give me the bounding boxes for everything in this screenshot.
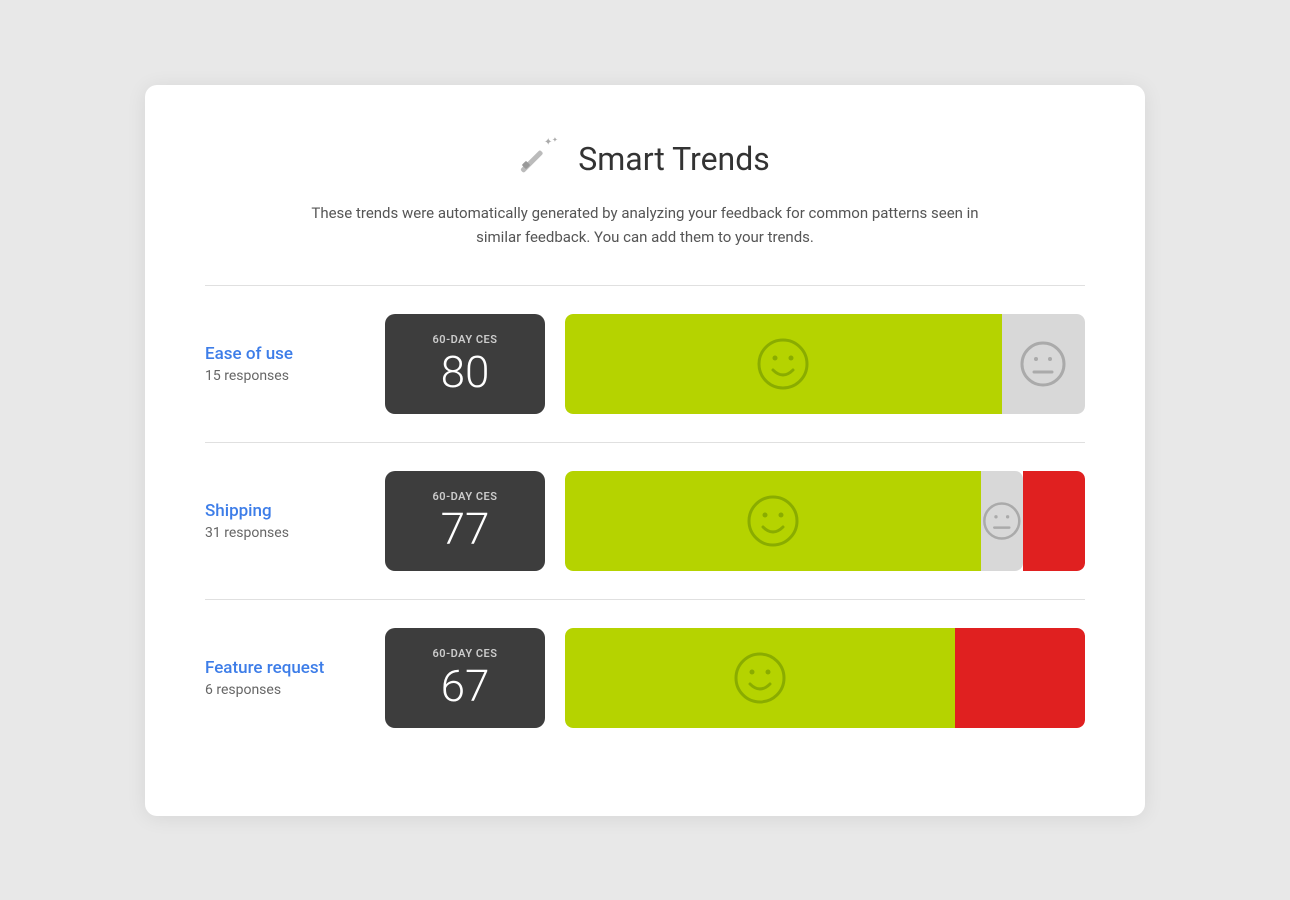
ces-box-shipping: 60-DAY CES 77 [385, 471, 545, 571]
bar-green-feature-request [565, 628, 955, 728]
trend-row-feature-request: Feature request 6 responses 60-DAY CES 67 [205, 599, 1085, 756]
bar-green-ease-of-use [565, 314, 1002, 414]
trend-responses-ease-of-use: 15 responses [205, 368, 365, 384]
trend-responses-shipping: 31 responses [205, 525, 365, 541]
trend-label-shipping: Shipping 31 responses [205, 501, 365, 541]
bar-red-shipping [1023, 471, 1085, 571]
ces-value-ease-of-use: 80 [441, 350, 490, 394]
ces-label-feature-request: 60-DAY CES [433, 647, 498, 660]
trend-responses-feature-request: 6 responses [205, 682, 365, 698]
smart-trends-card: ✦ ✦ Smart Trends These trends were autom… [145, 85, 1145, 816]
ces-value-shipping: 77 [441, 507, 490, 551]
ces-box-feature-request: 60-DAY CES 67 [385, 628, 545, 728]
trend-name-feature-request[interactable]: Feature request [205, 658, 365, 678]
trend-label-feature-request: Feature request 6 responses [205, 658, 365, 698]
title-row: ✦ ✦ Smart Trends [205, 135, 1085, 183]
ces-value-feature-request: 67 [441, 664, 490, 708]
bar-red-feature-request [955, 628, 1085, 728]
page-title: Smart Trends [578, 140, 770, 178]
bar-container-shipping [565, 471, 1085, 571]
trends-container: Ease of use 15 responses 60-DAY CES 80 Ship… [205, 285, 1085, 756]
svg-text:✦: ✦ [552, 136, 558, 144]
magic-wand-icon: ✦ ✦ [520, 135, 564, 183]
trend-label-ease-of-use: Ease of use 15 responses [205, 344, 365, 384]
bar-neutral-ease-of-use [1002, 314, 1085, 414]
ces-label-shipping: 60-DAY CES [433, 490, 498, 503]
ces-label-ease-of-use: 60-DAY CES [433, 333, 498, 346]
ces-box-ease-of-use: 60-DAY CES 80 [385, 314, 545, 414]
subtitle-text: These trends were automatically generate… [305, 201, 985, 249]
bar-container-ease-of-use [565, 314, 1085, 414]
bar-neutral-shipping [981, 471, 1023, 571]
bar-green-shipping [565, 471, 981, 571]
trend-name-ease-of-use[interactable]: Ease of use [205, 344, 365, 364]
bar-container-feature-request [565, 628, 1085, 728]
trend-row-shipping: Shipping 31 responses 60-DAY CES 77 [205, 442, 1085, 599]
card-header: ✦ ✦ Smart Trends These trends were autom… [205, 135, 1085, 249]
trend-name-shipping[interactable]: Shipping [205, 501, 365, 521]
trend-row-ease-of-use: Ease of use 15 responses 60-DAY CES 80 [205, 285, 1085, 442]
